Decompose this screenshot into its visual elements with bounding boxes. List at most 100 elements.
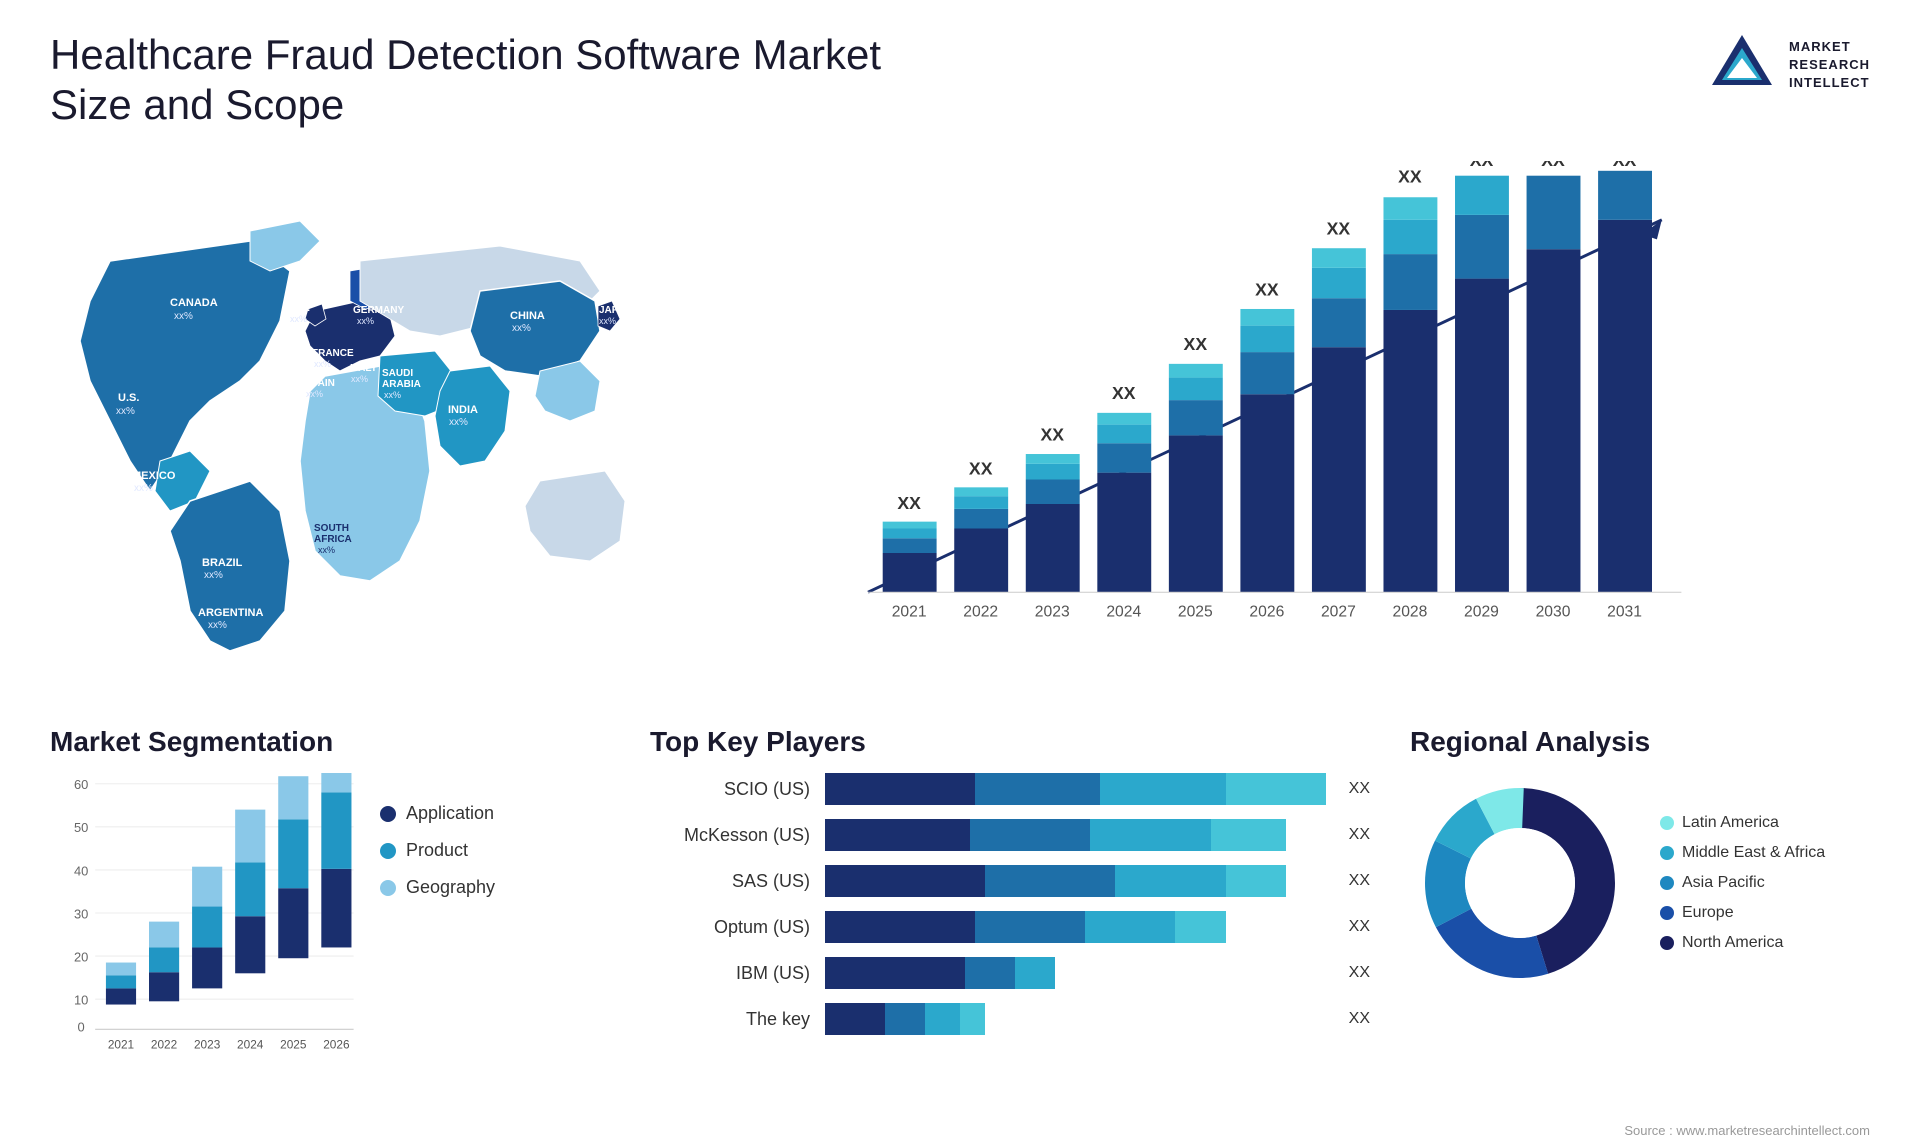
svg-text:2023: 2023 [1035,603,1070,620]
svg-text:XX: XX [1112,383,1136,403]
players-list: SCIO (US) XX McKesson (US) [650,773,1370,1035]
regional-dot-europe [1660,906,1674,920]
svg-text:xx%: xx% [208,620,227,631]
legend-product: Product [380,840,495,861]
page-header: Healthcare Fraud Detection Software Mark… [0,0,1920,151]
player-name: The key [650,1009,810,1030]
key-players-section: Top Key Players SCIO (US) XX McKesson (U… [610,726,1410,1106]
player-bar [825,957,1326,989]
player-name: Optum (US) [650,917,810,938]
regional-title: Regional Analysis [1410,726,1870,758]
svg-text:2022: 2022 [151,1038,177,1052]
svg-text:xx%: xx% [351,374,368,384]
segmentation-chart: 60 50 40 30 20 10 0 [50,773,360,1053]
svg-text:INDIA: INDIA [448,404,478,416]
regional-dot-latin [1660,816,1674,830]
source-text: Source : www.marketresearchintellect.com [1624,1123,1870,1138]
player-row-optum: Optum (US) XX [650,911,1370,943]
legend-application: Application [380,803,495,824]
svg-text:2026: 2026 [323,1038,350,1052]
svg-text:CHINA: CHINA [510,310,545,322]
svg-text:xx%: xx% [599,316,616,326]
svg-text:XX: XX [1255,279,1279,299]
world-map: CANADA xx% U.S. xx% MEXICO xx% BRAZIL xx… [50,161,650,651]
player-row-ibm: IBM (US) XX [650,957,1370,989]
svg-text:2027: 2027 [1321,603,1356,620]
player-row-thekey: The key XX [650,1003,1370,1035]
regional-section: Regional Analysis [1410,726,1870,1106]
svg-text:XX: XX [969,458,993,478]
svg-text:XX: XX [1040,424,1064,444]
svg-text:2031: 2031 [1607,603,1642,620]
player-name: IBM (US) [650,963,810,984]
svg-text:20: 20 [74,949,88,964]
legend-mea: Middle East & Africa [1660,844,1825,862]
svg-text:2023: 2023 [194,1038,221,1052]
legend-latin-america: Latin America [1660,814,1825,832]
svg-text:XX: XX [1327,218,1351,238]
page-title: Healthcare Fraud Detection Software Mark… [50,30,950,131]
svg-text:xx%: xx% [318,545,335,555]
svg-text:SOUTH: SOUTH [314,523,349,534]
svg-text:BRAZIL: BRAZIL [202,557,243,569]
player-bar [825,819,1326,851]
svg-text:2021: 2021 [892,603,927,620]
player-bar [825,865,1326,897]
player-name: SCIO (US) [650,779,810,800]
legend-north-america: North America [1660,934,1825,952]
svg-text:2028: 2028 [1393,603,1428,620]
svg-text:2029: 2029 [1464,603,1499,620]
regional-dot-na [1660,936,1674,950]
svg-text:xx%: xx% [384,390,401,400]
svg-text:FRANCE: FRANCE [312,348,354,359]
svg-text:xx%: xx% [116,406,135,417]
player-bar [825,773,1326,805]
svg-text:U.K.: U.K. [290,303,310,314]
svg-text:0: 0 [78,1019,85,1034]
svg-text:40: 40 [74,863,88,878]
svg-text:MEXICO: MEXICO [132,470,176,482]
key-players-title: Top Key Players [650,726,1370,758]
svg-text:XX: XX [1613,161,1637,170]
svg-text:XX: XX [1398,166,1422,186]
svg-text:SPAIN: SPAIN [305,378,335,389]
legend-geography: Geography [380,877,495,898]
player-bar [825,911,1326,943]
segmentation-title: Market Segmentation [50,726,610,758]
svg-text:xx%: xx% [314,359,331,369]
svg-text:2021: 2021 [108,1038,134,1052]
svg-text:50: 50 [74,820,88,835]
player-bar [825,1003,1326,1035]
svg-text:xx%: xx% [290,314,307,324]
svg-text:ITALY: ITALY [350,363,378,374]
svg-text:xx%: xx% [449,417,468,428]
svg-text:2030: 2030 [1536,603,1571,620]
logo: MARKET RESEARCH INTELLECT [1707,30,1870,100]
svg-text:ARGENTINA: ARGENTINA [198,607,263,619]
legend-asia-pacific: Asia Pacific [1660,874,1825,892]
svg-text:2022: 2022 [963,603,998,620]
logo-icon [1707,30,1777,100]
svg-text:xx%: xx% [512,323,531,334]
bar-chart: XX XX XX XX XX [650,161,1870,651]
svg-text:XX: XX [1184,334,1208,354]
svg-text:xx%: xx% [306,389,323,399]
svg-text:2025: 2025 [1178,603,1213,620]
svg-text:AFRICA: AFRICA [314,534,352,545]
bar-chart-section: XX XX XX XX XX [620,151,1920,681]
legend-dot-geography [380,880,396,896]
regional-dot-mea [1660,846,1674,860]
svg-text:SAUDI: SAUDI [382,368,413,379]
svg-text:2025: 2025 [280,1038,307,1052]
svg-text:U.S.: U.S. [118,392,139,404]
logo-text: MARKET RESEARCH INTELLECT [1789,38,1870,93]
svg-text:GERMANY: GERMANY [353,305,404,316]
player-row-sas: SAS (US) XX [650,865,1370,897]
regional-dot-apac [1660,876,1674,890]
svg-text:2024: 2024 [1106,603,1141,620]
segmentation-section: Market Segmentation 60 50 40 30 20 10 0 [50,726,610,1106]
legend-dot-product [380,843,396,859]
legend-europe: Europe [1660,904,1825,922]
svg-text:xx%: xx% [134,483,153,494]
svg-text:2026: 2026 [1249,603,1284,620]
